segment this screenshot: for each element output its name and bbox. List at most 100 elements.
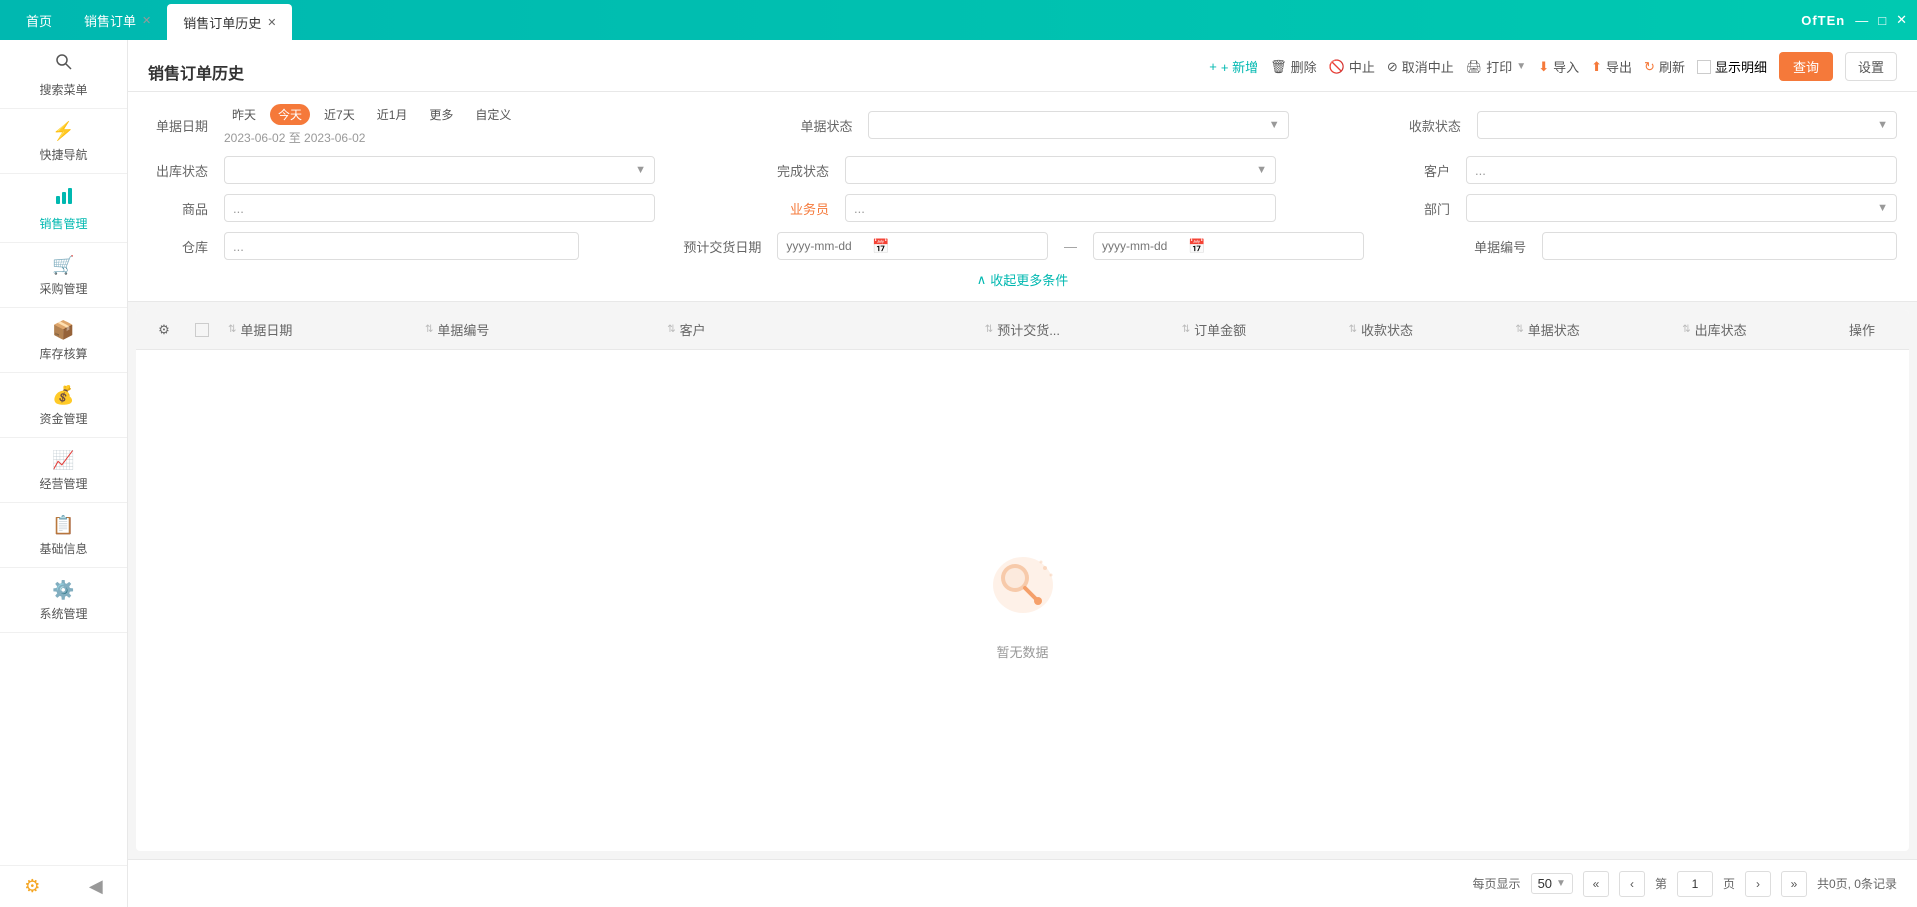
print-btn[interactable]: 🖨 打印 ▼ xyxy=(1466,57,1526,76)
refresh-btn[interactable]: ↻ 刷新 xyxy=(1644,57,1685,76)
date-today[interactable]: 今天 xyxy=(270,104,310,125)
th-client-label: 客户 xyxy=(680,320,706,339)
sidebar-item-finance[interactable]: 💰 资金管理 xyxy=(0,373,127,438)
page-input[interactable] xyxy=(1677,871,1713,897)
th-settings[interactable]: ⚙ xyxy=(144,322,184,338)
sidebar-item-sales-mgmt-label: 销售管理 xyxy=(39,215,87,232)
th-date-sort-icon[interactable]: ⇅ xyxy=(228,324,236,335)
sidebar-item-quick-nav[interactable]: ⚡ 快捷导航 xyxy=(0,109,127,174)
th-out-sort-icon[interactable]: ⇅ xyxy=(1682,324,1690,335)
sidebar-toggle-btn[interactable]: ◀ xyxy=(89,876,103,897)
complete-status-label: 完成状态 xyxy=(769,161,829,180)
export-btn[interactable]: ⬆ 导出 xyxy=(1591,57,1632,76)
toolbar: + + 新增 🗑 删除 🚫 中止 ⊘ 取消中止 🖨 打印 xyxy=(1209,52,1897,91)
refresh-label: 刷新 xyxy=(1659,57,1685,76)
customer-value: ... xyxy=(1475,163,1486,178)
cancel-stop-icon: ⊘ xyxy=(1387,59,1398,75)
sidebar-item-system[interactable]: ⚙️ 系统管理 xyxy=(0,568,127,633)
date-1month[interactable]: 近1月 xyxy=(369,104,416,125)
delivery-date-start-input[interactable] xyxy=(786,239,866,253)
th-client-sort-icon[interactable]: ⇅ xyxy=(667,324,675,335)
date-custom[interactable]: 自定义 xyxy=(467,104,519,125)
sidebar-item-purchase-mgmt[interactable]: 🛒 采购管理 xyxy=(0,243,127,308)
top-bar: 首页 销售订单 ✕ 销售订单历史 ✕ OfTEn — □ ✕ xyxy=(0,0,1917,40)
th-payment-status-label: 收款状态 xyxy=(1361,320,1413,339)
order-status-select[interactable]: ▼ xyxy=(868,111,1288,139)
date-yesterday[interactable]: 昨天 xyxy=(224,104,264,125)
payment-status-select[interactable]: ▼ xyxy=(1477,111,1897,139)
date-more[interactable]: 更多 xyxy=(421,104,461,125)
warehouse-label: 仓库 xyxy=(148,237,208,256)
tab-home[interactable]: 首页 xyxy=(10,0,68,40)
th-payment-sort-icon[interactable]: ⇅ xyxy=(1349,324,1357,335)
sidebar-item-sales-mgmt[interactable]: 销售管理 xyxy=(0,174,127,243)
filter-area: 单据日期 昨天 今天 近7天 近1月 更多 自定义 2023-06-02 至 2… xyxy=(128,92,1917,302)
th-amount-sort-icon[interactable]: ⇅ xyxy=(1182,324,1190,335)
tab-sales-order-close[interactable]: ✕ xyxy=(142,14,151,27)
collapse-btn[interactable]: ∧ 收起更多条件 xyxy=(148,270,1897,289)
sidebar-item-basic-info[interactable]: 📋 基础信息 xyxy=(0,503,127,568)
th-delivery-sort-icon[interactable]: ⇅ xyxy=(985,324,993,335)
total-info: 共0页, 0条记录 xyxy=(1817,875,1897,892)
warehouse-select[interactable]: ... xyxy=(224,232,579,260)
department-select[interactable]: ▼ xyxy=(1466,194,1897,222)
import-btn[interactable]: ⬇ 导入 xyxy=(1538,57,1579,76)
th-num-sort-icon[interactable]: ⇅ xyxy=(425,324,433,335)
customer-label: 客户 xyxy=(1390,161,1450,180)
th-amount: ⇅ 订单金额 xyxy=(1174,320,1341,339)
filter-row-2: 出库状态 ▼ 完成状态 ▼ 客户 ... xyxy=(148,156,1897,184)
stop-icon: 🚫 xyxy=(1329,59,1345,75)
close-btn[interactable]: ✕ xyxy=(1896,12,1907,28)
tab-sales-order[interactable]: 销售订单 ✕ xyxy=(68,0,167,40)
sidebar-item-search-menu[interactable]: 搜索菜单 xyxy=(0,40,127,109)
calendar-end-icon[interactable]: 📅 xyxy=(1188,238,1205,255)
salesperson-select[interactable]: ... xyxy=(845,194,1276,222)
query-btn[interactable]: 查询 xyxy=(1779,52,1833,81)
sidebar-item-operations-label: 经营管理 xyxy=(39,475,87,492)
settings-btn[interactable]: 设置 xyxy=(1845,52,1897,81)
customer-select[interactable]: ... xyxy=(1466,156,1897,184)
delete-icon: 🗑 xyxy=(1270,59,1287,75)
goods-label: 商品 xyxy=(148,199,208,218)
sidebar-item-inventory[interactable]: 📦 库存核算 xyxy=(0,308,127,373)
print-label: 打印 xyxy=(1486,57,1512,76)
goods-select[interactable]: ... xyxy=(224,194,655,222)
date-7days[interactable]: 近7天 xyxy=(316,104,363,125)
delete-label: 删除 xyxy=(1291,57,1317,76)
complete-status-select[interactable]: ▼ xyxy=(845,156,1276,184)
date-group: 昨天 今天 近7天 近1月 更多 自定义 xyxy=(224,104,519,125)
th-doc-sort-icon[interactable]: ⇅ xyxy=(1515,324,1523,335)
th-delivery: ⇅ 预计交货... xyxy=(977,320,1174,339)
per-page-select[interactable]: 50 ▼ xyxy=(1531,873,1573,894)
select-all-checkbox[interactable] xyxy=(195,323,209,337)
maximize-btn[interactable]: □ xyxy=(1878,13,1886,28)
date-label: 单据日期 xyxy=(148,116,208,135)
prev-page-btn[interactable]: ‹ xyxy=(1619,871,1645,897)
last-page-btn[interactable]: » xyxy=(1781,871,1807,897)
cancel-stop-label: 取消中止 xyxy=(1402,57,1454,76)
display-detail-checkbox[interactable] xyxy=(1697,60,1711,74)
purchase-mgmt-icon: 🛒 xyxy=(52,255,74,276)
tab-sales-order-history-close[interactable]: ✕ xyxy=(267,16,276,29)
th-amount-label: 订单金额 xyxy=(1194,320,1246,339)
next-page-btn[interactable]: › xyxy=(1745,871,1771,897)
new-btn[interactable]: + + 新增 xyxy=(1209,57,1258,76)
delete-btn[interactable]: 🗑 删除 xyxy=(1270,57,1317,76)
delivery-date-end-input[interactable] xyxy=(1102,239,1182,253)
tab-sales-order-history-label: 销售订单历史 xyxy=(183,13,261,32)
out-status-label: 出库状态 xyxy=(148,161,208,180)
date-options-wrap: 昨天 今天 近7天 近1月 更多 自定义 2023-06-02 至 2023-0… xyxy=(224,104,519,146)
tab-sales-order-history[interactable]: 销售订单历史 ✕ xyxy=(167,4,292,40)
stop-btn[interactable]: 🚫 中止 xyxy=(1329,57,1375,76)
first-page-btn[interactable]: « xyxy=(1583,871,1609,897)
calendar-start-icon[interactable]: 📅 xyxy=(872,238,889,255)
minimize-btn[interactable]: — xyxy=(1855,13,1868,28)
sidebar-bottom: ⚙ ◀ xyxy=(0,865,127,907)
cancel-stop-btn[interactable]: ⊘ 取消中止 xyxy=(1387,57,1454,76)
out-status-select[interactable]: ▼ xyxy=(224,156,655,184)
doc-num-input[interactable] xyxy=(1542,232,1897,260)
sidebar-item-operations[interactable]: 📈 经营管理 xyxy=(0,438,127,503)
settings-icon: ⚙ xyxy=(158,322,170,338)
sidebar-settings-btn[interactable]: ⚙ xyxy=(24,876,40,897)
warehouse-value: ... xyxy=(233,239,244,254)
